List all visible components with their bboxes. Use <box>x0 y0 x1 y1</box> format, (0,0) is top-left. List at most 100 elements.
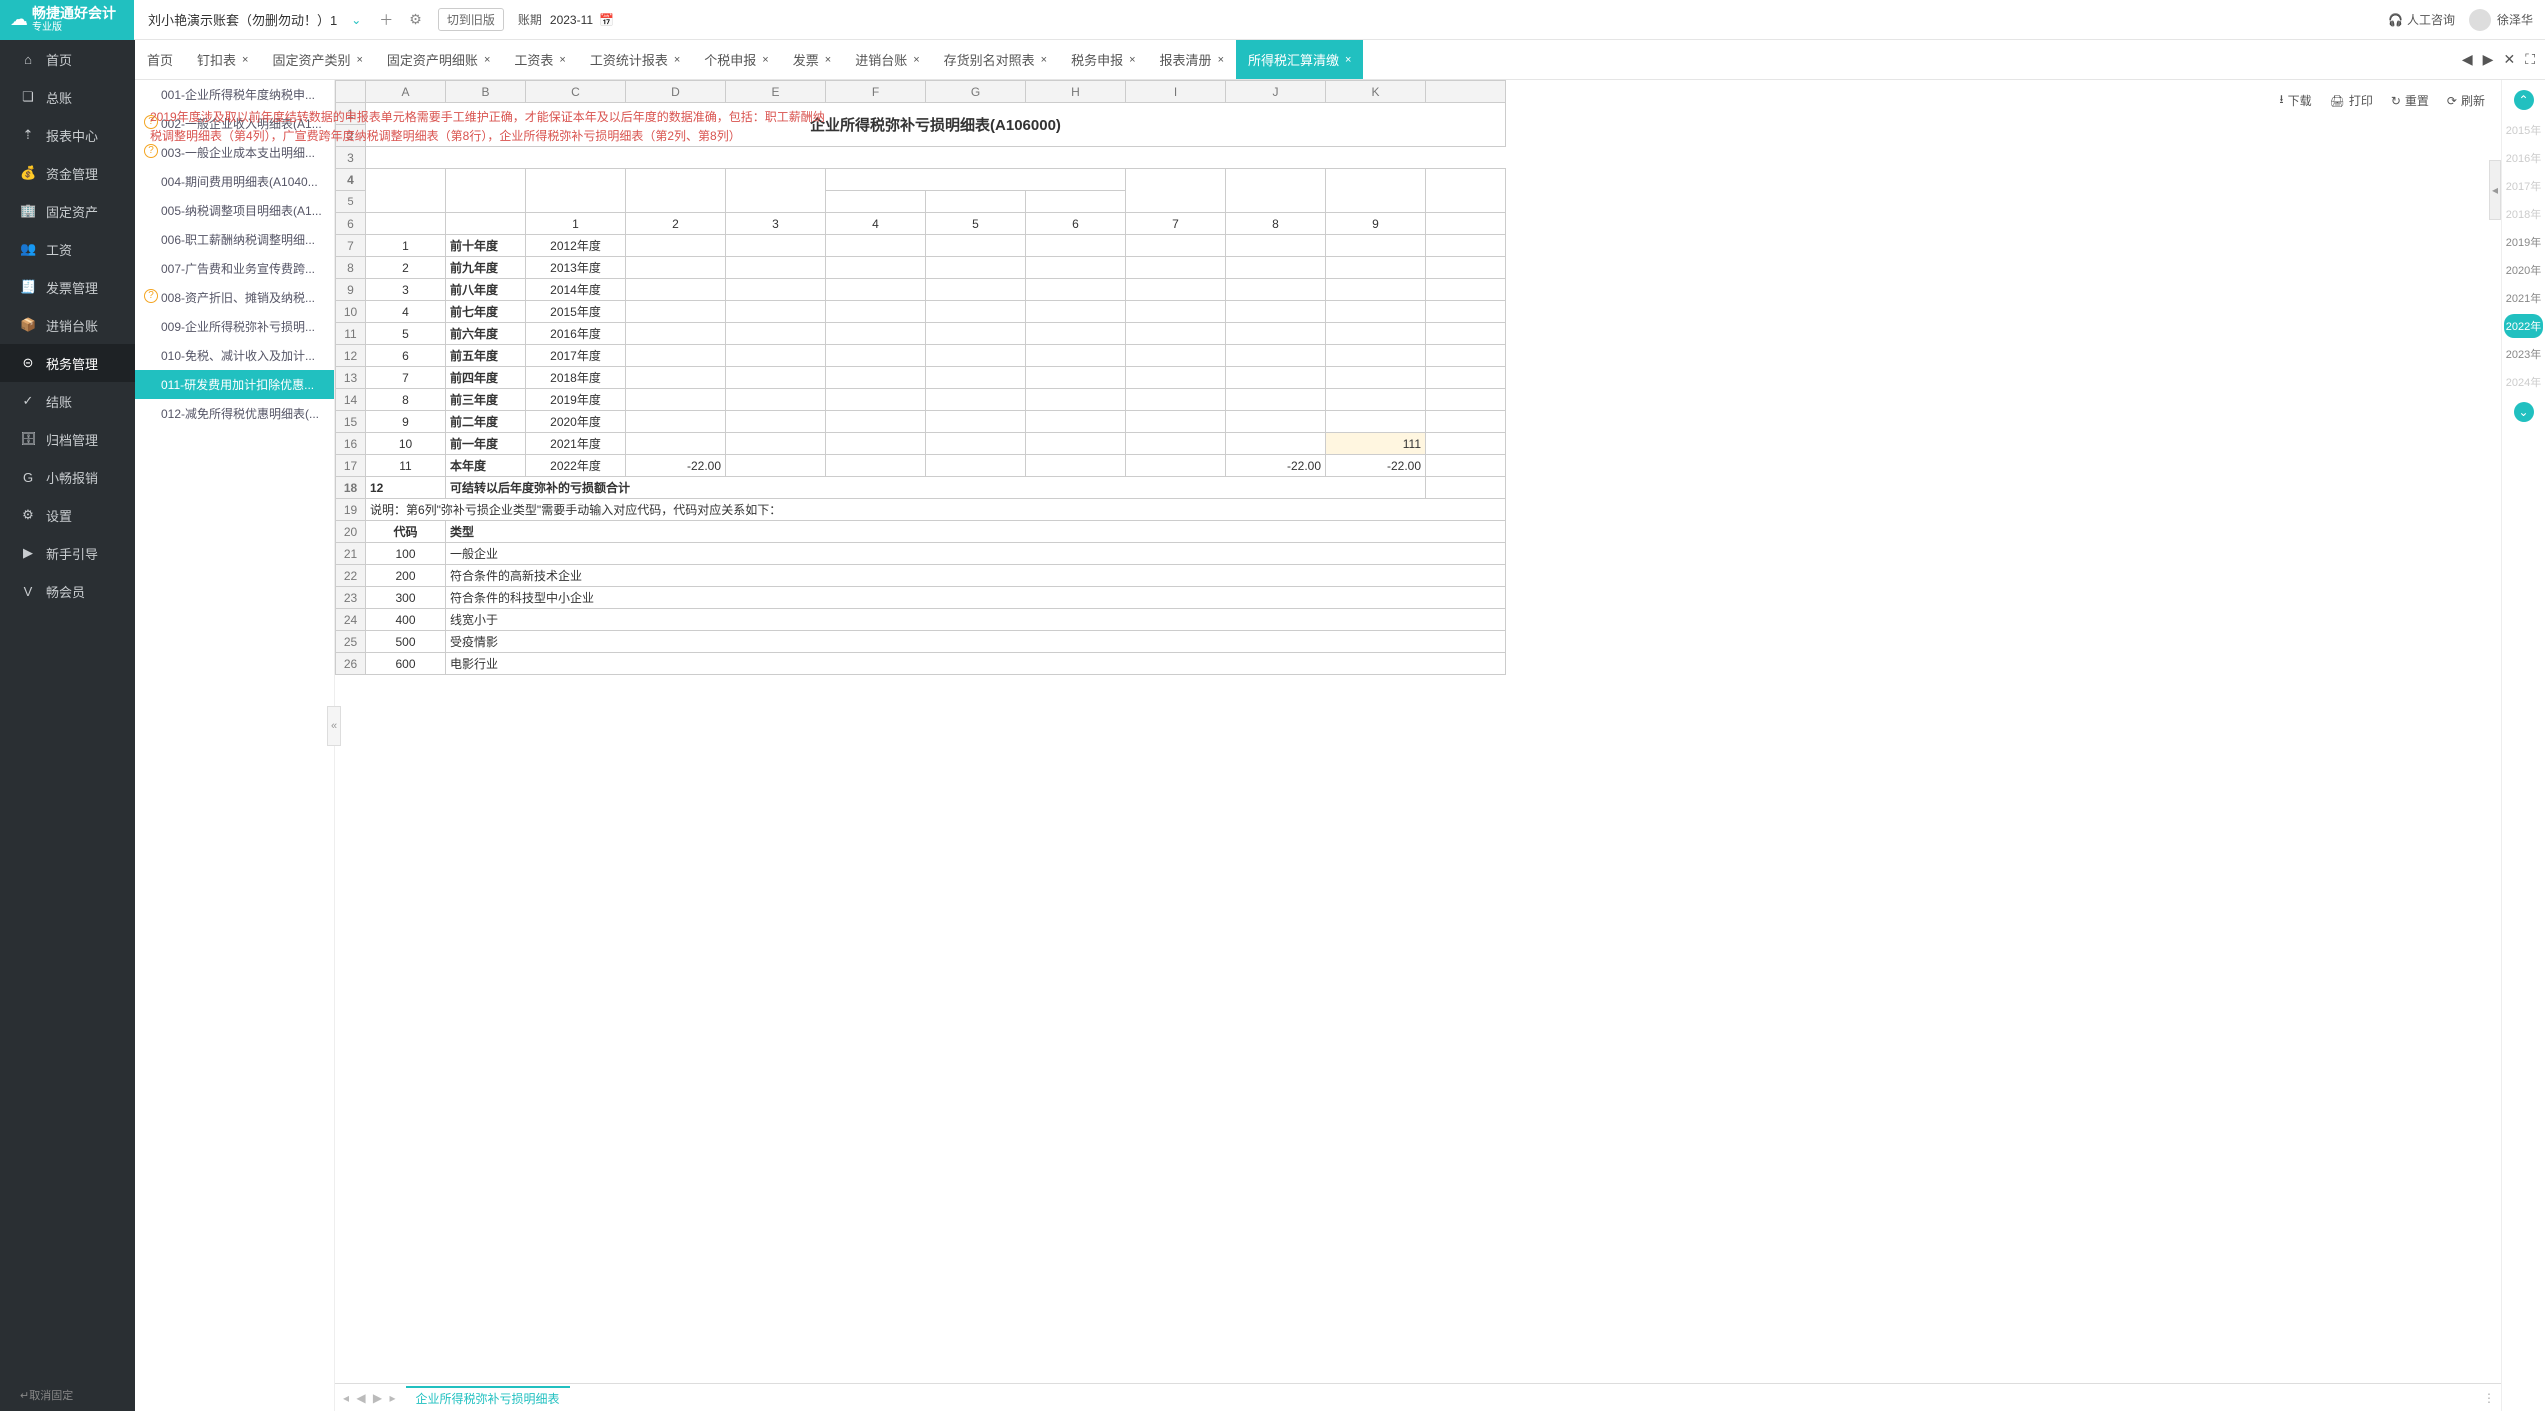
year-tab-2021年[interactable]: 2021年 <box>2504 286 2543 310</box>
nav-item-0[interactable]: ⌂首页 <box>0 40 135 78</box>
form-item-4[interactable]: 005-纳税调整项目明细表(A1... <box>135 196 334 225</box>
year-tab-2017年[interactable]: 2017年 <box>2504 174 2543 198</box>
close-icon[interactable]: × <box>242 54 248 66</box>
year-up-icon[interactable]: ⌃ <box>2514 90 2534 110</box>
nav-item-11[interactable]: G小畅报销 <box>0 458 135 496</box>
content-area: 001-企业所得税年度纳税申...002-一般企业收入明细表(A1...003-… <box>135 80 2545 1411</box>
reset-icon: ↻ <box>2391 94 2401 108</box>
nav-item-14[interactable]: V畅会员 <box>0 572 135 610</box>
year-tab-2022年[interactable]: 2022年 <box>2504 314 2543 338</box>
tab-prev-icon[interactable]: ◀ <box>2462 51 2473 68</box>
year-tab-2020年[interactable]: 2020年 <box>2504 258 2543 282</box>
form-list-panel: 001-企业所得税年度纳税申...002-一般企业收入明细表(A1...003-… <box>135 80 335 1411</box>
nav-item-6[interactable]: 🧾发票管理 <box>0 268 135 306</box>
nav-item-8[interactable]: ⊝税务管理 <box>0 344 135 382</box>
nav-item-4[interactable]: 🏢固定资产 <box>0 192 135 230</box>
refresh-icon: ⟳ <box>2447 94 2457 108</box>
top-bar: ☁ 畅捷通好会计 专业版 刘小艳演示账套（勿删勿动！）1 ⌄ ＋ ⚙ 切到旧版 … <box>0 0 2545 40</box>
nav-item-9[interactable]: ✓结账 <box>0 382 135 420</box>
sheet-nav-icons[interactable]: ◂ ◀ ▶ ▸ <box>343 1391 398 1405</box>
nav-icon: ⚙ <box>20 507 36 523</box>
tab-next-icon[interactable]: ▶ <box>2483 51 2494 68</box>
close-icon[interactable]: × <box>1129 54 1135 66</box>
form-item-5[interactable]: 006-职工薪酬纳税调整明细... <box>135 225 334 254</box>
download-button[interactable]: ⭳下载 <box>2279 90 2311 111</box>
brand-logo: ☁ 畅捷通好会计 专业版 <box>0 0 134 40</box>
close-icon[interactable]: × <box>825 54 831 66</box>
tab-12[interactable]: 所得税汇算清缴× <box>1236 40 1363 79</box>
nav-icon: G <box>20 470 36 485</box>
period-value[interactable]: 2023-11 <box>550 13 593 27</box>
sheet-tab-more-icon[interactable]: ⋮ <box>2483 1391 2495 1405</box>
left-nav: ⌂首页❏总账⇡报表中心💰资金管理🏢固定资产👥工资🧾发票管理📦进销台账⊝税务管理✓… <box>0 40 135 1411</box>
nav-item-5[interactable]: 👥工资 <box>0 230 135 268</box>
close-icon[interactable]: × <box>1041 54 1047 66</box>
print-button[interactable]: 🖨打印 <box>2330 90 2373 111</box>
reset-button[interactable]: ↻重置 <box>2391 90 2429 111</box>
close-icon[interactable]: × <box>1345 54 1351 66</box>
switch-old-version-button[interactable]: 切到旧版 <box>438 8 504 31</box>
nav-item-13[interactable]: ▶新手引导 <box>0 534 135 572</box>
tab-5[interactable]: 工资统计报表× <box>578 40 692 79</box>
fullscreen-icon[interactable]: ⛶ <box>2525 51 2535 68</box>
username[interactable]: 徐泽华 <box>2497 11 2533 28</box>
collapse-handle-icon[interactable]: « <box>327 706 341 746</box>
year-tab-2019年[interactable]: 2019年 <box>2504 230 2543 254</box>
nav-item-10[interactable]: 🗄归档管理 <box>0 420 135 458</box>
avatar-icon[interactable] <box>2469 9 2491 31</box>
nav-icon: 🏢 <box>20 203 36 219</box>
tab-6[interactable]: 个税申报× <box>692 40 780 79</box>
tab-11[interactable]: 报表清册× <box>1148 40 1236 79</box>
close-icon[interactable]: × <box>1218 54 1224 66</box>
nav-icon: ❏ <box>20 89 36 105</box>
tab-close-all-icon[interactable]: ✕ <box>2503 51 2515 68</box>
close-icon[interactable]: × <box>484 54 490 66</box>
tab-0[interactable]: 首页 <box>135 40 185 79</box>
nav-item-12[interactable]: ⚙设置 <box>0 496 135 534</box>
close-icon[interactable]: × <box>762 54 768 66</box>
refresh-button[interactable]: ⟳刷新 <box>2447 90 2485 111</box>
nav-item-3[interactable]: 💰资金管理 <box>0 154 135 192</box>
year-tab-2023年[interactable]: 2023年 <box>2504 342 2543 366</box>
tab-7[interactable]: 发票× <box>781 40 843 79</box>
form-item-8[interactable]: 009-企业所得税弥补亏损明... <box>135 312 334 341</box>
tab-8[interactable]: 进销台账× <box>843 40 931 79</box>
tab-4[interactable]: 工资表× <box>502 40 577 79</box>
spreadsheet-grid[interactable]: ABCDEFGHIJK1企业所得税弥补亏损明细表(A106000)234行次项目… <box>335 80 2545 1383</box>
nav-footer[interactable]: ↵取消固定 <box>0 1387 135 1403</box>
form-item-10[interactable]: 011-研发费用加计扣除优惠... <box>135 370 334 399</box>
nav-item-2[interactable]: ⇡报表中心 <box>0 116 135 154</box>
plus-icon[interactable]: ＋ <box>379 10 393 30</box>
editing-cell[interactable]: 111 <box>1326 433 1426 455</box>
nav-icon: ⊝ <box>20 355 36 371</box>
year-tab-2024年[interactable]: 2024年 <box>2504 370 2543 394</box>
tab-2[interactable]: 固定资产类别× <box>260 40 374 79</box>
year-down-icon[interactable]: ⌄ <box>2514 402 2534 422</box>
year-tab-2015年[interactable]: 2015年 <box>2504 118 2543 142</box>
nav-item-7[interactable]: 📦进销台账 <box>0 306 135 344</box>
gear-icon[interactable]: ⚙ <box>409 11 422 28</box>
tab-9[interactable]: 存货别名对照表× <box>932 40 1059 79</box>
close-icon[interactable]: × <box>674 54 680 66</box>
chevron-down-icon[interactable]: ⌄ <box>351 13 361 27</box>
account-name[interactable]: 刘小艳演示账套（勿删勿动！）1 <box>148 10 337 29</box>
year-tab-2016年[interactable]: 2016年 <box>2504 146 2543 170</box>
form-item-6[interactable]: 007-广告费和业务宣传费跨... <box>135 254 334 283</box>
year-tab-2018年[interactable]: 2018年 <box>2504 202 2543 226</box>
form-item-9[interactable]: 010-免税、减计收入及加计... <box>135 341 334 370</box>
nav-item-1[interactable]: ❏总账 <box>0 78 135 116</box>
close-icon[interactable]: × <box>913 54 919 66</box>
form-item-3[interactable]: 004-期间费用明细表(A1040... <box>135 167 334 196</box>
sheet-tab[interactable]: 企业所得税弥补亏损明细表 <box>406 1386 570 1409</box>
calendar-icon[interactable]: 📅 <box>599 13 614 27</box>
consult-link[interactable]: 🎧 人工咨询 <box>2388 11 2455 28</box>
close-icon[interactable]: × <box>559 54 565 66</box>
form-item-0[interactable]: 001-企业所得税年度纳税申... <box>135 80 334 109</box>
side-expand-handle-icon[interactable]: ◂ <box>2489 160 2501 220</box>
tab-3[interactable]: 固定资产明细账× <box>375 40 502 79</box>
tab-1[interactable]: 钉扣表× <box>185 40 260 79</box>
close-icon[interactable]: × <box>356 54 362 66</box>
tab-10[interactable]: 税务申报× <box>1059 40 1147 79</box>
form-item-11[interactable]: 012-减免所得税优惠明细表(... <box>135 399 334 428</box>
form-item-7[interactable]: 008-资产折旧、摊销及纳税... <box>135 283 334 312</box>
